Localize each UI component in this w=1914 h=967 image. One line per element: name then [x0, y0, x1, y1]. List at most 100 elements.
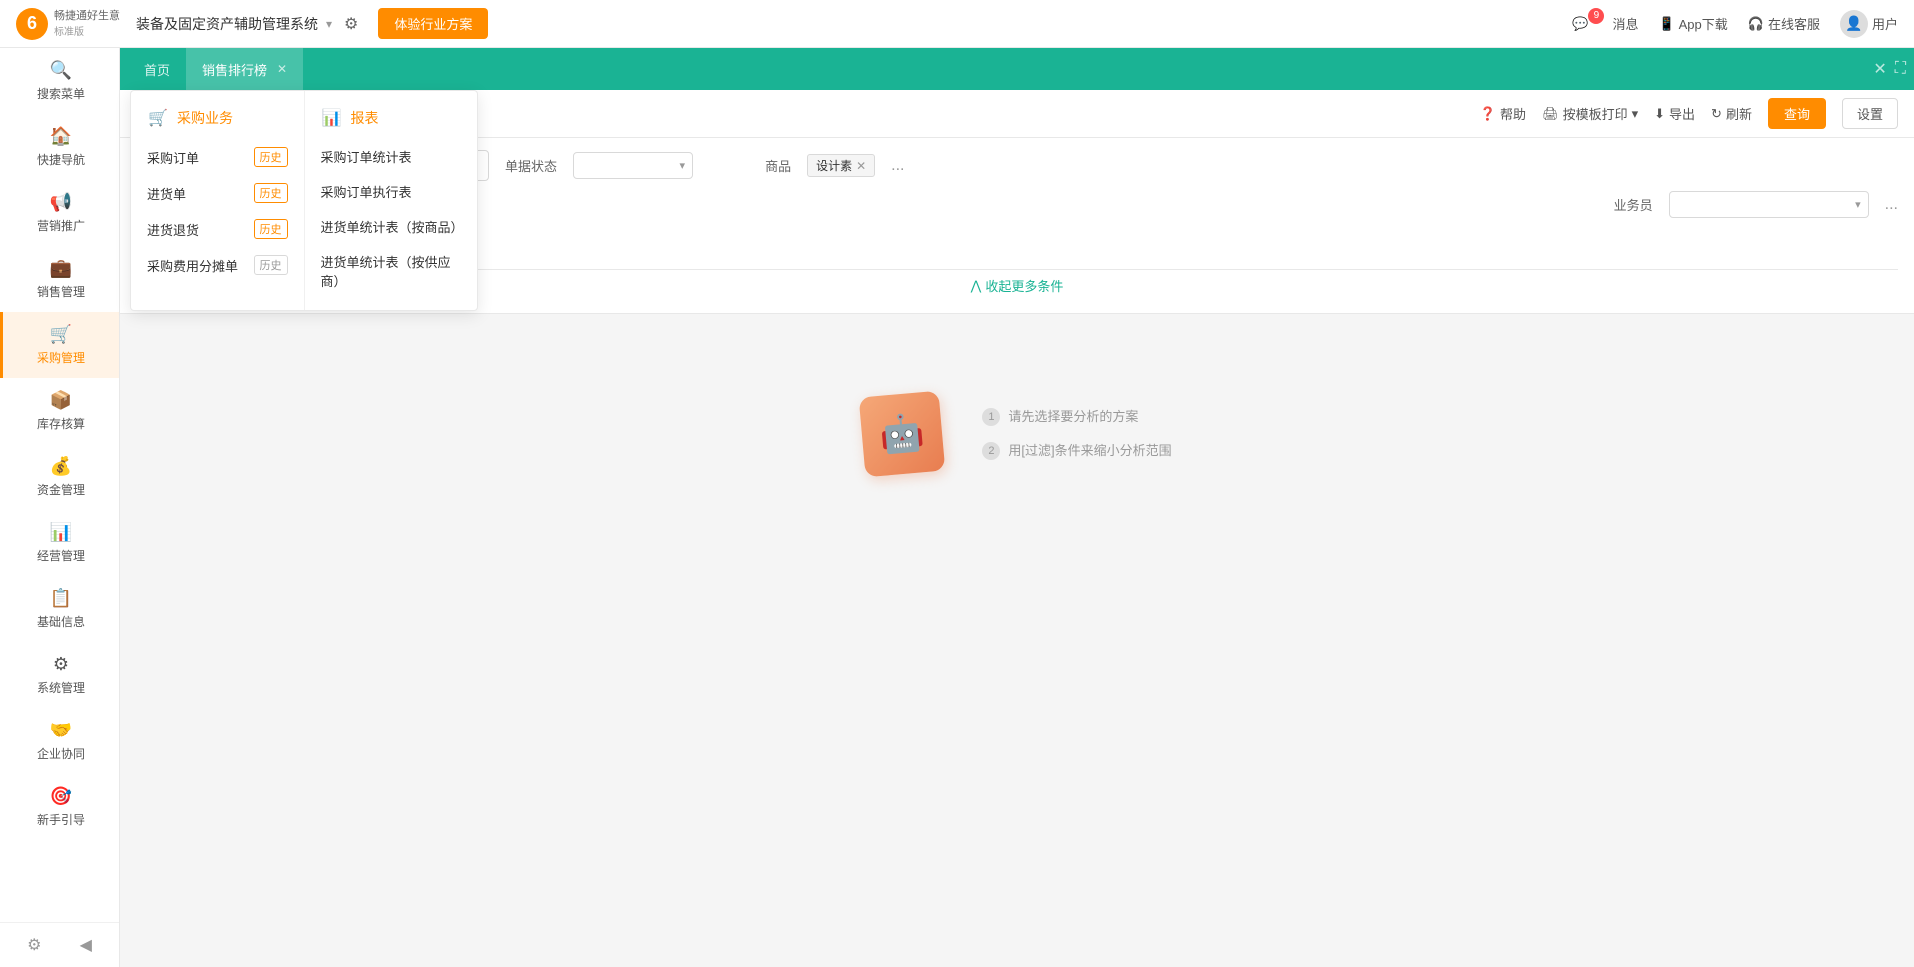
collapse-sidebar-icon[interactable]: ◀ [80, 935, 92, 955]
sidebar-item-label: 经营管理 [37, 547, 85, 564]
purchase-order-stats-item[interactable]: 采购订单统计表 [305, 139, 478, 174]
tab-bar-right: ✕ ⛶ [1873, 59, 1906, 79]
sidebar-item-sales[interactable]: 💼 销售管理 [0, 246, 119, 312]
home-icon: 🏠 [50, 126, 72, 147]
purchase-order-history-tag: 历史 [254, 147, 288, 167]
print-label: 按模板打印 [1563, 104, 1628, 123]
stock-in-item[interactable]: 进货单 历史 [131, 175, 304, 211]
gear-icon: ⚙ [53, 654, 69, 675]
sidebar-item-label: 资金管理 [37, 481, 85, 498]
bottom-settings-icon[interactable]: ⚙ [27, 935, 41, 955]
voucher-status-label: 单据状态 [505, 156, 557, 175]
user-action[interactable]: 👤 用户 [1840, 10, 1898, 38]
message-action[interactable]: 💬 9 消息 [1572, 14, 1638, 33]
empty-text: 1 请先选择要分析的方案 2 用[过滤]条件来缩小分析范围 [982, 404, 1171, 464]
logo-line1: 畅捷通好生意 [54, 9, 120, 23]
system-dropdown-arrow[interactable]: ▾ [326, 17, 332, 31]
message-badge: 9 [1588, 8, 1604, 24]
purchase-expense-item[interactable]: 采购费用分摊单 历史 [131, 247, 304, 283]
stock-stats-by-supplier-item[interactable]: 进货单统计表（按供应商） [305, 244, 478, 298]
tab-sales-ranking[interactable]: 销售排行榜 ✕ [186, 48, 303, 90]
handshake-icon: 🤝 [50, 720, 72, 741]
app-download-label: App下载 [1679, 14, 1728, 33]
help-label: 帮助 [1500, 104, 1526, 123]
empty-step-1: 请先选择要分析的方案 [1008, 404, 1138, 430]
salesperson-label: 业务员 [1614, 195, 1653, 214]
tab-close-all-icon[interactable]: ✕ [1873, 59, 1886, 79]
avatar-icon: 👤 [1845, 15, 1862, 32]
logo-text: 畅捷通好生意 标准版 [54, 9, 120, 38]
settings-button[interactable]: 设置 [1842, 98, 1898, 129]
print-dropdown-icon[interactable]: ▾ [1632, 106, 1639, 122]
help-action[interactable]: ❓ 帮助 [1480, 104, 1526, 123]
sidebar-item-funds[interactable]: 💰 资金管理 [0, 444, 119, 510]
salesperson-select[interactable] [1669, 191, 1869, 218]
sidebar-item-label: 库存核算 [37, 415, 85, 432]
sidebar-item-label: 采购管理 [37, 349, 85, 366]
empty-step-2: 用[过滤]条件来缩小分析范围 [1008, 438, 1171, 464]
message-label: 消息 [1612, 14, 1638, 33]
salesperson-ellipsis[interactable]: ... [1885, 196, 1898, 214]
export-label: 导出 [1669, 104, 1695, 123]
voucher-status-select[interactable] [573, 152, 693, 179]
sidebar-item-purchase[interactable]: 🛒 采购管理 [0, 312, 119, 378]
tab-expand-icon[interactable]: ⛶ [1895, 60, 1906, 78]
stock-stats-by-goods-item[interactable]: 进货单统计表（按商品） [305, 209, 478, 244]
briefcase-icon: 💼 [50, 258, 72, 279]
purchase-expense-history-tag: 历史 [254, 255, 288, 275]
purchase-order-item[interactable]: 采购订单 历史 [131, 139, 304, 175]
sidebar-item-inventory[interactable]: 📦 库存核算 [0, 378, 119, 444]
help-icon: ❓ [1480, 106, 1496, 122]
online-service-action[interactable]: 🎧 在线客服 [1748, 14, 1820, 33]
report-col-header: 📊 报表 [305, 103, 478, 139]
search-icon: 🔍 [50, 60, 72, 81]
app-download-action[interactable]: 📱 App下载 [1658, 14, 1727, 33]
top-header: 6 畅捷通好生意 标准版 装备及固定资产辅助管理系统 ▾ ⚙ 体验行业方案 💬 … [0, 0, 1914, 48]
goods-tag: 设计素 ✕ [807, 154, 875, 177]
refresh-icon: ↻ [1711, 106, 1722, 122]
export-action[interactable]: ⬇ 导出 [1654, 104, 1695, 123]
purchase-order-execute-label: 采购订单执行表 [321, 182, 412, 201]
sidebar: 🔍 搜索菜单 🏠 快捷导航 📢 营销推广 💼 销售管理 🛒 采购管理 📦 库存核… [0, 48, 120, 967]
tab-sales-ranking-label: 销售排行榜 [202, 60, 267, 79]
sidebar-bottom: ⚙ ◀ [0, 922, 119, 967]
purchase-order-execute-item[interactable]: 采购订单执行表 [305, 174, 478, 209]
collapse-label: 收起更多条件 [985, 276, 1063, 295]
sidebar-item-marketing[interactable]: 📢 营销推广 [0, 180, 119, 246]
goods-tag-text: 设计素 [816, 157, 852, 174]
sidebar-item-system[interactable]: ⚙ 系统管理 [0, 642, 119, 708]
sidebar-item-newbie[interactable]: 🎯 新手引导 [0, 774, 119, 840]
sidebar-item-operations[interactable]: 📊 经营管理 [0, 510, 119, 576]
purchase-order-stats-label: 采购订单统计表 [321, 147, 412, 166]
goods-ellipsis[interactable]: ... [891, 157, 904, 175]
sidebar-item-search[interactable]: 🔍 搜索菜单 [0, 48, 119, 114]
stock-return-item[interactable]: 进货退货 历史 [131, 211, 304, 247]
sidebar-item-cooperation[interactable]: 🤝 企业协同 [0, 708, 119, 774]
empty-illustration: 🤖 [859, 391, 946, 478]
sidebar-item-basic-info[interactable]: 📋 基础信息 [0, 576, 119, 642]
report-header-icon: 📊 [321, 107, 343, 129]
refresh-action[interactable]: ↻ 刷新 [1711, 104, 1752, 123]
purchase-order-label: 采购订单 [147, 148, 199, 167]
refresh-label: 刷新 [1726, 104, 1752, 123]
sidebar-item-label: 企业协同 [37, 745, 85, 762]
system-settings-icon[interactable]: ⚙ [344, 14, 358, 34]
stock-return-label: 进货退货 [147, 220, 199, 239]
goods-tag-close[interactable]: ✕ [856, 159, 866, 173]
sidebar-item-label: 营销推广 [37, 217, 85, 234]
tab-home[interactable]: 首页 [128, 48, 186, 90]
print-action[interactable]: 🖨 按模板打印 ▾ [1542, 104, 1638, 123]
system-title-area: 装备及固定资产辅助管理系统 ▾ ⚙ 体验行业方案 [136, 8, 1572, 39]
stock-in-label: 进货单 [147, 184, 186, 203]
query-button[interactable]: 查询 [1768, 98, 1826, 129]
sidebar-item-quick-nav[interactable]: 🏠 快捷导航 [0, 114, 119, 180]
chart-icon: 📊 [50, 522, 72, 543]
message-icon: 💬 [1572, 16, 1588, 32]
money-icon: 💰 [50, 456, 72, 477]
logo-line2: 标准版 [54, 23, 120, 38]
purchase-col-title: 采购业务 [177, 108, 233, 128]
tab-close-icon[interactable]: ✕ [277, 62, 287, 76]
empty-state: 🤖 1 请先选择要分析的方案 2 用[过滤]条件来缩小分析范围 [120, 314, 1914, 554]
trial-button[interactable]: 体验行业方案 [378, 8, 488, 39]
phone-icon: 📱 [1658, 16, 1674, 32]
